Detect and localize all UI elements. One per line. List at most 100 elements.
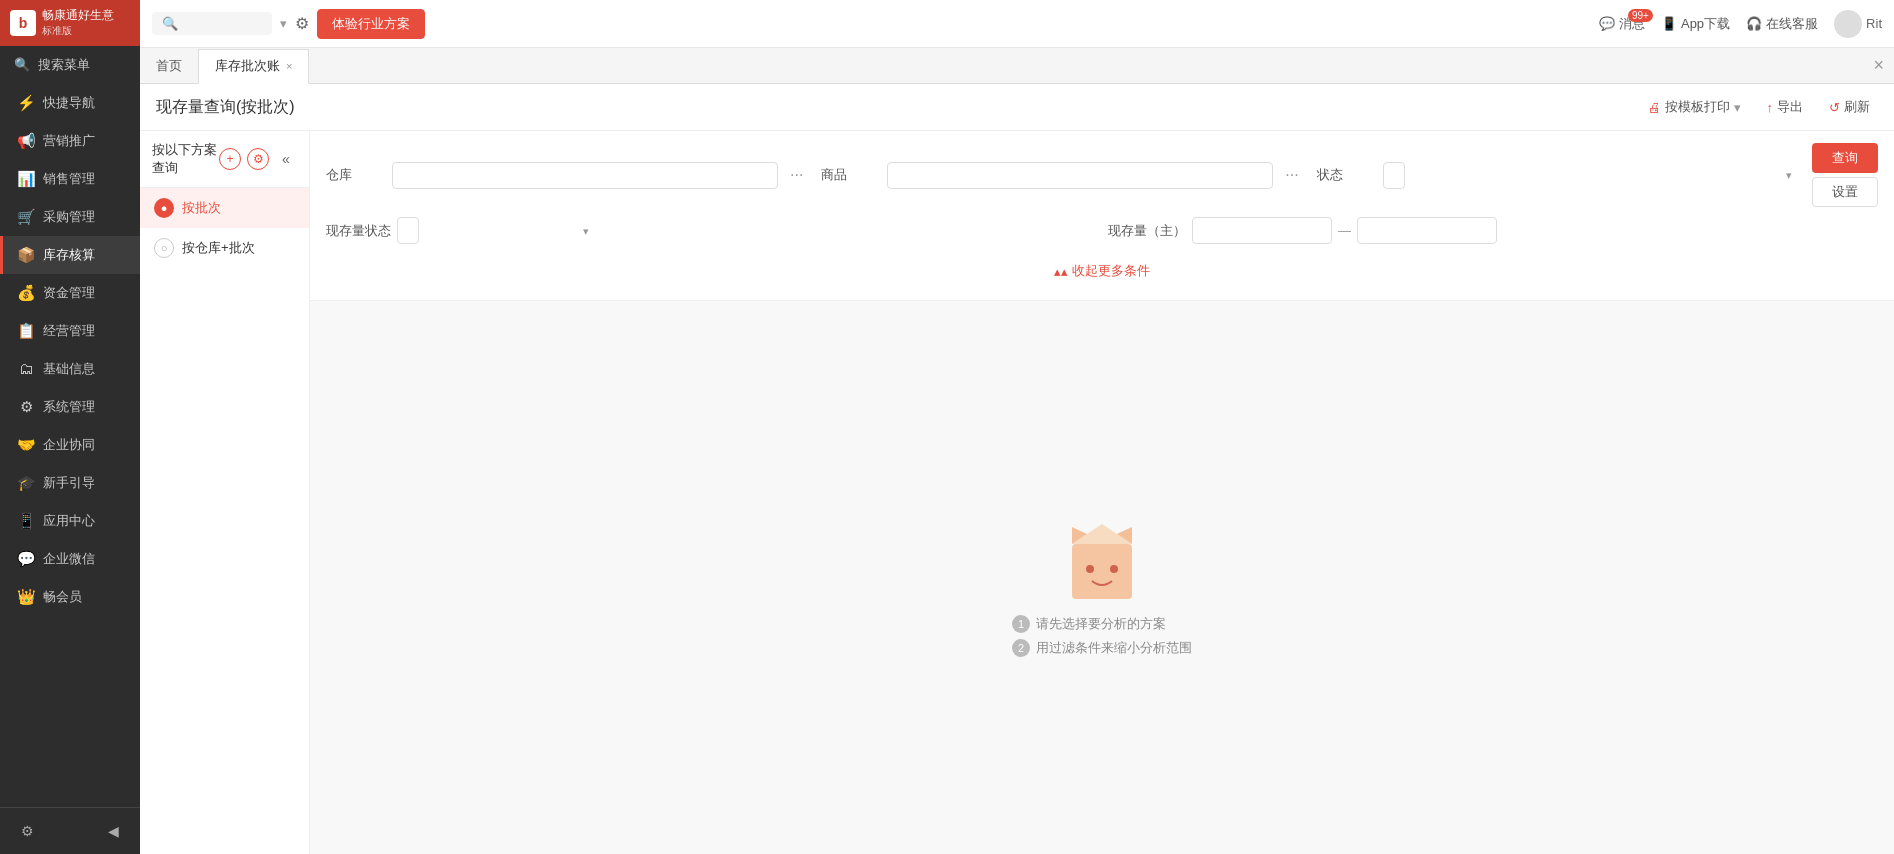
svg-point-4 [1086, 565, 1094, 573]
finance-icon: 💰 [17, 284, 35, 302]
inventory-status-select[interactable] [397, 217, 419, 244]
basic-label: 基础信息 [43, 360, 95, 378]
topbar-dropdown-arrow[interactable]: ▾ [280, 16, 287, 31]
print-dropdown-icon[interactable]: ▾ [1734, 100, 1741, 115]
content-area: 按以下方案查询 + ⚙ « ● 按批次 ○ 按仓库+批次 [140, 131, 1894, 854]
empty-tip-2: 2 用过滤条件来缩小分析范围 [1012, 639, 1192, 657]
online-service-button[interactable]: 🎧 在线客服 [1746, 15, 1818, 33]
goods-dots[interactable]: ··· [1279, 166, 1304, 184]
filter-row-1: 仓库 ··· 商品 ··· 状态 [326, 143, 1878, 207]
schema-item-batch[interactable]: ● 按批次 [140, 188, 309, 228]
tip-num-2: 2 [1012, 639, 1030, 657]
sidebar-item-purchase[interactable]: 🛒 采购管理 [0, 198, 140, 236]
marketing-icon: 📢 [17, 132, 35, 150]
basic-icon: 🗂 [17, 360, 35, 378]
inventory-qty-label: 现存量（主） [1108, 222, 1186, 240]
left-panel-actions: + ⚙ « [219, 148, 297, 170]
sidebar-item-enterprise[interactable]: 🤝 企业协同 [0, 426, 140, 464]
app-logo: b [10, 10, 36, 36]
experience-button[interactable]: 体验行业方案 [317, 9, 425, 39]
sales-label: 销售管理 [43, 170, 95, 188]
tab-close-button[interactable]: × [286, 60, 292, 72]
refresh-button[interactable]: ↺ 刷新 [1821, 94, 1878, 120]
sidebar-footer: ⚙ ◀ [0, 807, 140, 854]
tip-text-2: 用过滤条件来缩小分析范围 [1036, 639, 1192, 657]
tab-home[interactable]: 首页 [140, 48, 198, 83]
operation-icon: 📋 [17, 322, 35, 340]
user-name: Rit [1866, 16, 1882, 31]
inventory-qty-max[interactable] [1357, 217, 1497, 244]
messages-button[interactable]: 💬 消息 99+ [1599, 15, 1645, 33]
schema-label-warehouse-batch: 按仓库+批次 [182, 239, 255, 257]
sidebar-item-operation[interactable]: 📋 经营管理 [0, 312, 140, 350]
sidebar-item-apps[interactable]: 📱 应用中心 [0, 502, 140, 540]
sidebar-header: b 畅康通好生意 标准版 [0, 0, 140, 46]
user-avatar [1834, 10, 1862, 38]
sidebar-item-finance[interactable]: 💰 资金管理 [0, 274, 140, 312]
status-select[interactable] [1383, 162, 1405, 189]
qty-dash: — [1338, 223, 1351, 238]
guide-label: 新手引导 [43, 474, 95, 492]
export-button[interactable]: ↑ 导出 [1759, 94, 1812, 120]
app-download-button[interactable]: 📱 App下载 [1661, 15, 1730, 33]
schema-icon-batch: ● [154, 198, 174, 218]
topbar: 🔍 ▾ ⚙ 体验行业方案 💬 消息 99+ 📱 App下载 🎧 在线客服 Rit [140, 0, 1894, 48]
svg-point-5 [1110, 565, 1118, 573]
schema-settings-button[interactable]: ⚙ [247, 148, 269, 170]
sidebar-item-sales[interactable]: 📊 销售管理 [0, 160, 140, 198]
sidebar-item-member[interactable]: 👑 畅会员 [0, 578, 140, 616]
enterprise-icon: 🤝 [17, 436, 35, 454]
status-filter: 状态 [1317, 162, 1800, 189]
empty-state: 1 请先选择要分析的方案 2 用过滤条件来缩小分析范围 [310, 301, 1894, 854]
messages-badge: 99+ [1628, 9, 1653, 22]
apps-label: 应用中心 [43, 512, 95, 530]
empty-svg [1042, 499, 1162, 609]
topbar-search-input[interactable] [182, 17, 262, 31]
collapse-panel-button[interactable]: « [275, 148, 297, 170]
wechat-icon: 💬 [17, 550, 35, 568]
sales-icon: 📊 [17, 170, 35, 188]
schema-item-warehouse-batch[interactable]: ○ 按仓库+批次 [140, 228, 309, 268]
sidebar-item-quick-nav[interactable]: ⚡ 快捷导航 [0, 84, 140, 122]
sidebar: b 畅康通好生意 标准版 🔍 搜索菜单 ⚡ 快捷导航 📢 营销推广 📊 销售管理… [0, 0, 140, 854]
print-button[interactable]: 🖨 按模板打印 ▾ [1640, 94, 1749, 120]
app-download-icon: 📱 [1661, 16, 1677, 31]
warehouse-input[interactable] [392, 162, 778, 189]
sidebar-item-search[interactable]: 🔍 搜索菜单 [0, 46, 140, 84]
tab-close-all-button[interactable]: × [1863, 55, 1894, 76]
marketing-label: 营销推广 [43, 132, 95, 150]
inventory-icon: 📦 [17, 246, 35, 264]
topbar-settings-icon[interactable]: ⚙ [295, 14, 309, 33]
sidebar-item-basic[interactable]: 🗂 基础信息 [0, 350, 140, 388]
tab-inventory-batch-label: 库存批次账 [215, 57, 280, 75]
add-schema-button[interactable]: + [219, 148, 241, 170]
sidebar-item-guide[interactable]: 🎓 新手引导 [0, 464, 140, 502]
topbar-search-box[interactable]: 🔍 [152, 12, 272, 35]
footer-settings-button[interactable]: ⚙ [14, 818, 40, 844]
query-button[interactable]: 查询 [1812, 143, 1878, 173]
sidebar-item-marketing[interactable]: 📢 营销推广 [0, 122, 140, 160]
goods-input[interactable] [887, 162, 1273, 189]
user-menu-button[interactable]: Rit [1834, 10, 1882, 38]
sidebar-item-inventory[interactable]: 📦 库存核算 [0, 236, 140, 274]
inventory-qty-min[interactable] [1192, 217, 1332, 244]
sidebar-item-system[interactable]: ⚙ 系统管理 [0, 388, 140, 426]
page-actions: 🖨 按模板打印 ▾ ↑ 导出 ↺ 刷新 [1640, 94, 1879, 120]
app-title: 畅康通好生意 标准版 [42, 8, 114, 38]
member-icon: 👑 [17, 588, 35, 606]
inventory-status-filter: 现存量状态 [326, 217, 1096, 244]
footer-collapse-button[interactable]: ◀ [100, 818, 126, 844]
left-panel: 按以下方案查询 + ⚙ « ● 按批次 ○ 按仓库+批次 [140, 131, 310, 854]
warehouse-filter: 仓库 ··· [326, 162, 809, 189]
warehouse-dots[interactable]: ··· [784, 166, 809, 184]
set-button[interactable]: 设置 [1812, 177, 1878, 207]
quick-nav-label: 快捷导航 [43, 94, 95, 112]
sidebar-item-wechat[interactable]: 💬 企业微信 [0, 540, 140, 578]
topbar-search-icon: 🔍 [162, 16, 178, 31]
quick-nav-icon: ⚡ [17, 94, 35, 112]
collapse-filters-button[interactable]: ▴▴ 收起更多条件 [326, 254, 1878, 288]
refresh-icon: ↺ [1829, 100, 1840, 115]
finance-label: 资金管理 [43, 284, 95, 302]
print-label: 按模板打印 [1665, 98, 1730, 116]
tab-inventory-batch[interactable]: 库存批次账 × [198, 49, 309, 84]
